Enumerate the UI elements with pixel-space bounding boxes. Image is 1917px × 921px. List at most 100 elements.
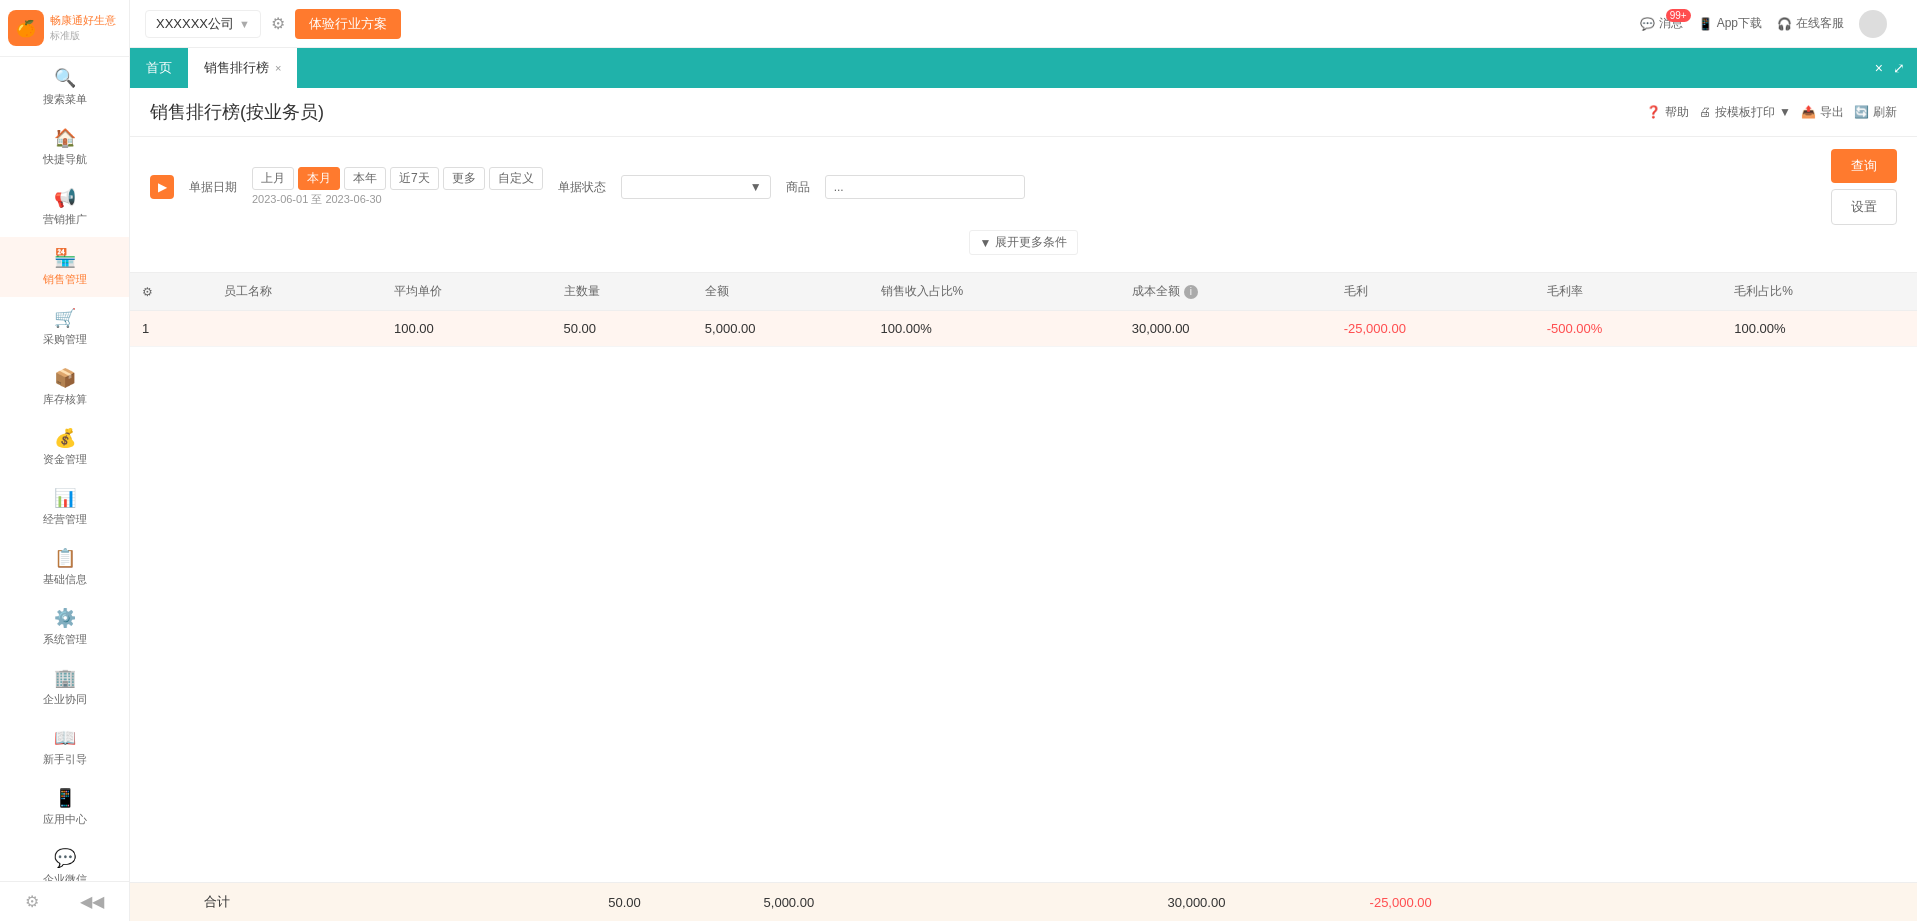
topbar-settings-icon[interactable]: ⚙: [271, 14, 285, 33]
sidebar-item-management[interactable]: 📊 经营管理: [0, 477, 129, 537]
message-item[interactable]: 💬 消息 99+: [1640, 15, 1683, 32]
window-maximize-icon[interactable]: ⤢: [1893, 60, 1905, 76]
footer-gross-profit: -25,000.00: [1358, 883, 1544, 921]
footer-label: 合计: [192, 883, 441, 921]
th-main-qty: 主数量: [552, 273, 693, 311]
cell-avg-price: 100.00: [382, 311, 552, 347]
table-footer: 合计 50.00 5,000.00 30,000.00 -25,000.00: [130, 882, 1917, 921]
sidebar-item-search[interactable]: 🔍 搜索菜单: [0, 57, 129, 117]
column-settings-icon: ⚙: [142, 285, 153, 299]
logo-sub: 标准版: [50, 29, 116, 43]
app-download-label: App下载: [1717, 15, 1762, 32]
enterprise-icon: 🏢: [54, 667, 76, 689]
message-badge: 99+: [1666, 9, 1691, 22]
export-button[interactable]: 📤 导出: [1801, 104, 1844, 121]
cell-employee-name: [212, 311, 382, 347]
expand-label: 展开更多条件: [995, 234, 1067, 251]
sidebar-item-apps[interactable]: 📱 应用中心: [0, 777, 129, 837]
cost-info-icon[interactable]: i: [1184, 285, 1198, 299]
window-close-icon[interactable]: ×: [1875, 60, 1883, 76]
sidebar-item-wechat[interactable]: 💬 企业微信: [0, 837, 129, 881]
sidebar-item-label: 基础信息: [43, 572, 87, 587]
online-service-item[interactable]: 🎧 在线客服: [1777, 15, 1844, 32]
cell-rank: 1: [130, 311, 212, 347]
th-cost-total: 成本全额 i: [1120, 273, 1332, 311]
sidebar-collapse-btn[interactable]: ◀◀: [80, 892, 104, 911]
company-dropdown-arrow: ▼: [239, 18, 250, 30]
date-filter-buttons: 上月 本月 本年 近7天 更多 自定义: [252, 167, 543, 190]
sidebar-item-guide[interactable]: 📖 新手引导: [0, 717, 129, 777]
trial-button[interactable]: 体验行业方案: [295, 9, 401, 39]
sidebar-footer: ⚙ ◀◀: [0, 881, 129, 921]
page-header-actions: ❓ 帮助 🖨 按模板打印 ▼ 📤 导出 🔄 刷新: [1646, 104, 1897, 121]
purchase-icon: 🛒: [54, 307, 76, 329]
template-print-arrow: ▼: [1779, 105, 1791, 119]
sidebar-item-label: 经营管理: [43, 512, 87, 527]
search-icon: 🔍: [54, 67, 76, 89]
logo-icon: 🍊: [8, 10, 44, 46]
status-filter-arrow: ▼: [750, 180, 762, 194]
message-icon: 💬: [1640, 17, 1655, 31]
footer-avg-price: [441, 883, 596, 921]
th-gross-pct: 毛利占比%: [1722, 273, 1917, 311]
user-avatar[interactable]: [1859, 10, 1887, 38]
filter-toggle-btn[interactable]: ▶: [150, 175, 174, 199]
table-header: ⚙ 员工名称 平均单价 主数量 全额 销售收入占比% 成本全额 i 毛利 毛利率…: [130, 273, 1917, 311]
refresh-label: 刷新: [1873, 104, 1897, 121]
tab-close-icon[interactable]: ×: [275, 62, 281, 74]
table-body: 1 100.00 50.00 5,000.00 100.00% 30,000.0…: [130, 311, 1917, 347]
cell-total: 5,000.00: [693, 311, 869, 347]
template-print-button[interactable]: 🖨 按模板打印 ▼: [1699, 104, 1791, 121]
sidebar-item-system[interactable]: ⚙️ 系统管理: [0, 597, 129, 657]
online-service-label: 在线客服: [1796, 15, 1844, 32]
sidebar-item-label: 资金管理: [43, 452, 87, 467]
date-btn-custom[interactable]: 自定义: [489, 167, 543, 190]
management-icon: 📊: [54, 487, 76, 509]
date-btn-this-month[interactable]: 本月: [298, 167, 340, 190]
sidebar-item-finance[interactable]: 💰 资金管理: [0, 417, 129, 477]
footer-gross-pct: [1731, 883, 1917, 921]
sidebar-item-label: 新手引导: [43, 752, 87, 767]
status-filter-select[interactable]: ▼: [621, 175, 771, 199]
sidebar-item-quick-nav[interactable]: 🏠 快捷导航: [0, 117, 129, 177]
goods-filter-input[interactable]: ...: [825, 175, 1025, 199]
app-download-item[interactable]: 📱 App下载: [1698, 15, 1762, 32]
help-button[interactable]: ❓ 帮助: [1646, 104, 1689, 121]
cell-sales-pct: 100.00%: [869, 311, 1120, 347]
guide-icon: 📖: [54, 727, 76, 749]
th-settings[interactable]: ⚙: [130, 273, 212, 311]
table-area: ⚙ 员工名称 平均单价 主数量 全额 销售收入占比% 成本全额 i 毛利 毛利率…: [130, 273, 1917, 882]
marketing-icon: 📢: [54, 187, 76, 209]
sidebar-item-basic-info[interactable]: 📋 基础信息: [0, 537, 129, 597]
headset-icon: 🎧: [1777, 17, 1792, 31]
expand-more-btn[interactable]: ▼ 展开更多条件: [969, 230, 1079, 255]
sidebar-item-marketing[interactable]: 📢 营销推广: [0, 177, 129, 237]
logo-text: 畅康通好生意: [50, 13, 116, 28]
cell-main-qty: 50.00: [552, 311, 693, 347]
refresh-button[interactable]: 🔄 刷新: [1854, 104, 1897, 121]
sidebar-item-enterprise[interactable]: 🏢 企业协同: [0, 657, 129, 717]
date-btn-more[interactable]: 更多: [443, 167, 485, 190]
sidebar-settings-btn[interactable]: ⚙: [25, 892, 39, 911]
th-avg-price: 平均单价: [382, 273, 552, 311]
sidebar-item-purchase[interactable]: 🛒 采购管理: [0, 297, 129, 357]
sidebar-item-inventory[interactable]: 📦 库存核算: [0, 357, 129, 417]
date-btn-last-7-days[interactable]: 近7天: [390, 167, 439, 190]
company-selector[interactable]: XXXXXX公司 ▼: [145, 10, 261, 38]
date-btn-last-month[interactable]: 上月: [252, 167, 294, 190]
sidebar-item-sales[interactable]: 🏪 销售管理: [0, 237, 129, 297]
query-button[interactable]: 查询: [1831, 149, 1897, 183]
tab-sales-ranking[interactable]: 销售排行榜 ×: [188, 48, 297, 88]
help-icon: ❓: [1646, 105, 1661, 119]
footer-main-qty: 50.00: [596, 883, 751, 921]
sidebar-item-label: 企业协同: [43, 692, 87, 707]
page-title: 销售排行榜(按业务员): [150, 100, 324, 124]
settings-button[interactable]: 设置: [1831, 189, 1897, 225]
tab-home[interactable]: 首页: [130, 48, 188, 88]
sidebar-item-label: 系统管理: [43, 632, 87, 647]
date-btn-this-year[interactable]: 本年: [344, 167, 386, 190]
sidebar: 🍊 畅康通好生意 标准版 🔍 搜索菜单 🏠 快捷导航 📢 营销推广 🏪 销售管理…: [0, 0, 130, 921]
tab-bar: 首页 销售排行榜 × × ⤢: [130, 48, 1917, 88]
cell-gross-pct: 100.00%: [1722, 311, 1917, 347]
sidebar-logo: 🍊 畅康通好生意 标准版: [0, 0, 129, 57]
